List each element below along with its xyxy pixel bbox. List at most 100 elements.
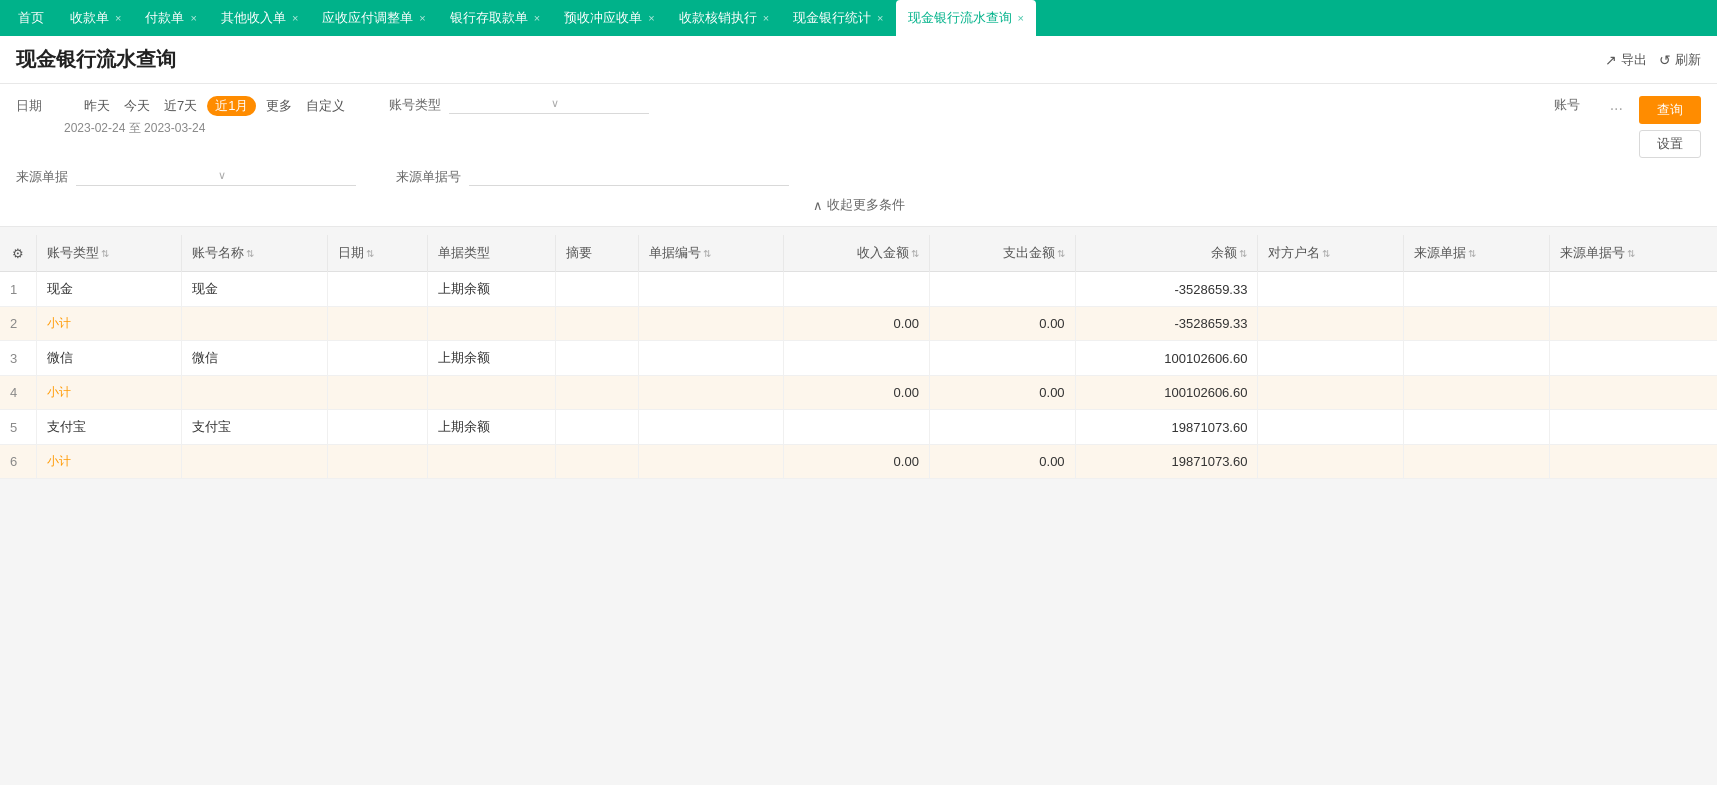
date-today[interactable]: 今天: [120, 96, 154, 116]
col-account-name[interactable]: 账号名称⇅: [182, 235, 328, 272]
cell-account_name: 现金: [182, 272, 328, 307]
sort-doc-no-icon: ⇅: [703, 248, 711, 259]
close-tab-3-icon[interactable]: ×: [419, 0, 425, 36]
table-row: 3微信微信上期余额100102606.60: [0, 341, 1717, 376]
cell-num: 5: [0, 410, 36, 445]
col-expense[interactable]: 支出金额⇅: [929, 235, 1075, 272]
col-doc-no[interactable]: 单据编号⇅: [638, 235, 784, 272]
cell-balance: -3528659.33: [1075, 307, 1258, 341]
cell-expense: [929, 410, 1075, 445]
close-tab-6-icon[interactable]: ×: [763, 0, 769, 36]
cell-date: [327, 445, 427, 479]
nav-tab-8[interactable]: 现金银行流水查询 ×: [896, 0, 1036, 36]
sort-date-icon: ⇅: [366, 248, 374, 259]
close-tab-2-icon[interactable]: ×: [292, 0, 298, 36]
col-counterpart[interactable]: 对方户名⇅: [1258, 235, 1404, 272]
table-body: 1现金现金上期余额-3528659.332小计0.000.00-3528659.…: [0, 272, 1717, 479]
date-more[interactable]: 更多: [262, 96, 296, 116]
filter-actions: 查询 设置: [1639, 96, 1701, 158]
cell-account_type: 小计: [36, 307, 182, 341]
source-doc-label: 来源单据: [16, 168, 68, 186]
cell-income: [784, 272, 930, 307]
source-doc-select[interactable]: ∨: [76, 168, 356, 186]
cell-account_name: [182, 307, 328, 341]
col-gear[interactable]: ⚙: [0, 235, 36, 272]
table-row: 4小计0.000.00100102606.60: [0, 376, 1717, 410]
sort-account-type-icon: ⇅: [101, 248, 109, 259]
col-income[interactable]: 收入金额⇅: [784, 235, 930, 272]
cell-source_doc_no: [1549, 410, 1717, 445]
close-tab-1-icon[interactable]: ×: [190, 0, 196, 36]
col-summary: 摘要: [556, 235, 639, 272]
cell-summary: [556, 272, 639, 307]
table-row: 1现金现金上期余额-3528659.33: [0, 272, 1717, 307]
data-table: ⚙ 账号类型⇅ 账号名称⇅ 日期⇅ 单据类型 摘要 单据编号⇅ 收入金额⇅: [0, 235, 1717, 479]
export-button[interactable]: ↗ 导出: [1605, 51, 1647, 69]
cell-num: 6: [0, 445, 36, 479]
gear-icon[interactable]: ⚙: [12, 246, 24, 261]
collapse-arrow-icon: ∧: [813, 198, 823, 213]
close-tab-7-icon[interactable]: ×: [877, 0, 883, 36]
close-tab-5-icon[interactable]: ×: [648, 0, 654, 36]
account-ellipsis-icon[interactable]: ...: [1610, 96, 1623, 114]
cell-doc_type: [427, 445, 555, 479]
cell-counterpart: [1258, 307, 1404, 341]
source-doc-chevron-icon: ∨: [218, 169, 356, 182]
table-header-row: ⚙ 账号类型⇅ 账号名称⇅ 日期⇅ 单据类型 摘要 单据编号⇅ 收入金额⇅: [0, 235, 1717, 272]
nav-tab-5[interactable]: 预收冲应收单 ×: [552, 0, 666, 36]
source-doc-value: [76, 168, 214, 183]
cell-source_doc: [1404, 307, 1550, 341]
cell-account_name: [182, 376, 328, 410]
col-balance[interactable]: 余额⇅: [1075, 235, 1258, 272]
col-source-doc[interactable]: 来源单据⇅: [1404, 235, 1550, 272]
nav-tab-7[interactable]: 现金银行统计 ×: [781, 0, 895, 36]
date-custom[interactable]: 自定义: [302, 96, 349, 116]
cell-doc_type: 上期余额: [427, 272, 555, 307]
data-table-wrap: ⚙ 账号类型⇅ 账号名称⇅ 日期⇅ 单据类型 摘要 单据编号⇅ 收入金额⇅: [0, 235, 1717, 479]
collapse-conditions[interactable]: ∧ 收起更多条件: [16, 192, 1701, 214]
nav-tab-2[interactable]: 其他收入单 ×: [209, 0, 310, 36]
source-doc-num-label: 来源单据号: [396, 168, 461, 186]
sort-source-doc-icon: ⇅: [1468, 248, 1476, 259]
cell-doc_no: [638, 272, 784, 307]
nav-home[interactable]: 首页: [4, 0, 58, 36]
cell-balance: 100102606.60: [1075, 376, 1258, 410]
date-filter-label: 日期: [16, 97, 64, 115]
cell-source_doc: [1404, 272, 1550, 307]
settings-button[interactable]: 设置: [1639, 130, 1701, 158]
cell-account_name: 微信: [182, 341, 328, 376]
cell-summary: [556, 341, 639, 376]
nav-tab-3[interactable]: 应收应付调整单 ×: [310, 0, 437, 36]
nav-tab-6[interactable]: 收款核销执行 ×: [667, 0, 781, 36]
cell-doc_type: [427, 307, 555, 341]
cell-summary: [556, 445, 639, 479]
close-tab-4-icon[interactable]: ×: [534, 0, 540, 36]
date-yesterday[interactable]: 昨天: [80, 96, 114, 116]
col-source-doc-no[interactable]: 来源单据号⇅: [1549, 235, 1717, 272]
close-tab-8-icon[interactable]: ×: [1018, 0, 1024, 36]
refresh-button[interactable]: ↺ 刷新: [1659, 51, 1701, 69]
account-type-select[interactable]: ∨: [449, 96, 649, 114]
nav-tab-1[interactable]: 付款单 ×: [133, 0, 208, 36]
date-range-text: 2023-02-24 至 2023-03-24: [64, 120, 349, 137]
cell-counterpart: [1258, 410, 1404, 445]
date-1month[interactable]: 近1月: [207, 96, 256, 116]
sort-balance-icon: ⇅: [1239, 248, 1247, 259]
nav-tab-0[interactable]: 收款单 ×: [58, 0, 133, 36]
page-title: 现金银行流水查询: [16, 46, 176, 73]
cell-doc_no: [638, 445, 784, 479]
close-tab-0-icon[interactable]: ×: [115, 0, 121, 36]
col-date[interactable]: 日期⇅: [327, 235, 427, 272]
query-button[interactable]: 查询: [1639, 96, 1701, 124]
nav-tab-4[interactable]: 银行存取款单 ×: [438, 0, 552, 36]
date-7days[interactable]: 近7天: [160, 96, 201, 116]
cell-doc_no: [638, 410, 784, 445]
cell-date: [327, 376, 427, 410]
cell-num: 2: [0, 307, 36, 341]
cell-account_type: 支付宝: [36, 410, 182, 445]
source-doc-num-input[interactable]: [469, 168, 789, 183]
cell-balance: 100102606.60: [1075, 341, 1258, 376]
account-label: 账号: [1554, 96, 1602, 114]
cell-source_doc: [1404, 341, 1550, 376]
col-account-type[interactable]: 账号类型⇅: [36, 235, 182, 272]
